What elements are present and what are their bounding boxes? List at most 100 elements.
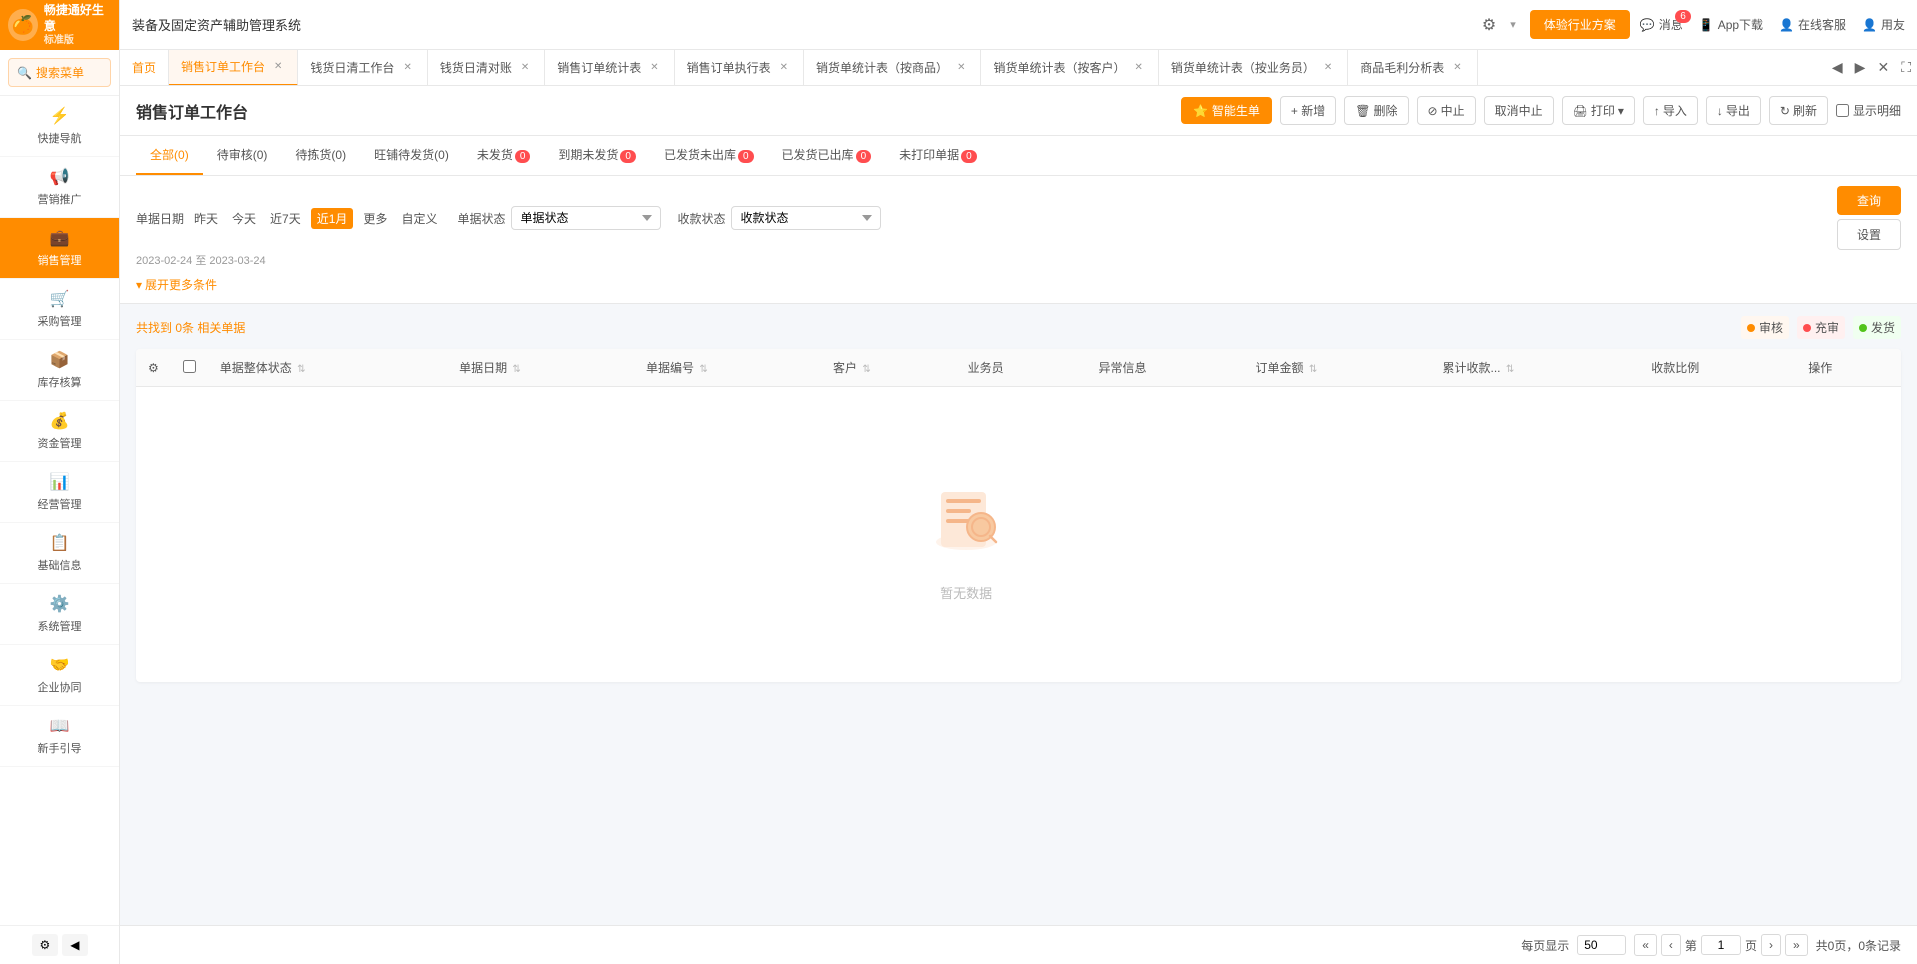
refresh-btn[interactable]: ↻ 刷新	[1769, 96, 1828, 125]
sidebar-item-inventory[interactable]: 📦 库存核算	[0, 340, 119, 401]
tab-close-sales-stat[interactable]: ✕	[647, 61, 661, 74]
stop-btn[interactable]: ⊘ 中止	[1417, 96, 1476, 125]
export-btn[interactable]: ↓ 导出	[1706, 96, 1761, 125]
subtab-shipped-out[interactable]: 已发货已出库0	[768, 136, 886, 175]
tab-prev-btn[interactable]: ◀	[1826, 50, 1849, 86]
status-filter-item: 单据状态 单据状态	[457, 206, 661, 230]
tab-close-sales-stat-customer[interactable]: ✕	[1131, 61, 1145, 74]
smart-order-btn[interactable]: ⭐ 智能生单	[1181, 97, 1272, 124]
expand-btn[interactable]: ▾ 展开更多条件	[136, 276, 1901, 293]
import-btn[interactable]: ↑ 导入	[1643, 96, 1698, 125]
sidebar-item-marketing[interactable]: 📢 营销推广	[0, 157, 119, 218]
sort-icon-date: ⇅	[512, 364, 520, 375]
tab-close-sales-stat-product[interactable]: ✕	[954, 61, 968, 74]
subtab-pending-review[interactable]: 待审核(0)	[203, 136, 282, 175]
tab-sales-stat[interactable]: 销售订单统计表 ✕	[545, 50, 674, 86]
tab-close-sales-stat-staff[interactable]: ✕	[1321, 61, 1335, 74]
tab-close-sales-order[interactable]: ✕	[271, 60, 285, 73]
sidebar-item-guide[interactable]: 📖 新手引导	[0, 706, 119, 767]
page-input[interactable]	[1701, 935, 1741, 955]
tab-product-margin[interactable]: 商品毛利分析表 ✕	[1348, 50, 1477, 86]
cancel-stop-btn[interactable]: 取消中止	[1484, 96, 1554, 125]
user-item[interactable]: 👤 用友	[1862, 16, 1905, 33]
tab-cash-reconcile[interactable]: 钱货日清对账 ✕	[428, 50, 545, 86]
select-all-checkbox[interactable]	[183, 360, 196, 373]
show-detail-input[interactable]	[1836, 104, 1849, 117]
tab-fullscreen-btn[interactable]: ⛶	[1895, 50, 1917, 86]
online-service-item[interactable]: 👤 在线客服	[1779, 16, 1846, 33]
tab-sales-order[interactable]: 销售订单工作台 ✕	[169, 50, 298, 86]
date-option-yesterday[interactable]: 昨天	[190, 208, 222, 229]
subtab-not-shipped[interactable]: 未发货0	[463, 136, 545, 175]
status-filter-select[interactable]: 单据状态	[511, 206, 661, 230]
tab-next-btn[interactable]: ▶	[1849, 50, 1872, 86]
sidebar-item-purchase[interactable]: 🛒 采购管理	[0, 279, 119, 340]
page-last-btn[interactable]: »	[1785, 934, 1808, 956]
date-option-1month[interactable]: 近1月	[311, 208, 354, 229]
th-date[interactable]: 单据日期 ⇅	[447, 349, 634, 387]
industry-btn[interactable]: 体验行业方案	[1530, 10, 1630, 39]
tab-cash-daily[interactable]: 钱货日清工作台 ✕	[298, 50, 427, 86]
purchase-icon: 🛒	[50, 289, 70, 309]
subtab-shipped-not-out[interactable]: 已发货未出库0	[650, 136, 768, 175]
th-customer[interactable]: 客户 ⇅	[821, 349, 956, 387]
approve-btn[interactable]: 审核	[1741, 316, 1789, 339]
subtab-wangpu[interactable]: 旺铺待发货(0)	[360, 136, 463, 175]
tab-sales-stat-customer[interactable]: 销货单统计表（按客户） ✕	[981, 50, 1158, 86]
page-prev-btn[interactable]: ‹	[1661, 934, 1681, 956]
tab-close-sales-exec[interactable]: ✕	[777, 61, 791, 74]
sidebar-collapse-btn[interactable]: ◀	[62, 934, 87, 956]
page-next-btn[interactable]: ›	[1761, 934, 1781, 956]
filter-settings-btn[interactable]: 设置	[1837, 219, 1901, 250]
show-detail-checkbox[interactable]: 显示明细	[1836, 102, 1901, 119]
th-overall-status[interactable]: 单据整体状态 ⇅	[208, 349, 447, 387]
date-option-today[interactable]: 今天	[228, 208, 260, 229]
tab-sales-stat-staff[interactable]: 销货单统计表（按业务员） ✕	[1159, 50, 1348, 86]
sidebar-item-operation[interactable]: 📊 经营管理	[0, 462, 119, 523]
sidebar-item-sales[interactable]: 💼 销售管理	[0, 218, 119, 279]
tab-home[interactable]: 首页	[120, 50, 169, 86]
empty-state: 暂无数据	[136, 387, 1796, 682]
app-download-item[interactable]: 📱 App下载	[1699, 16, 1763, 33]
date-filter-item: 单据日期 昨天 今天 近7天 近1月 更多 自定义	[136, 208, 441, 229]
page-total: 共0页，0条记录	[1816, 937, 1901, 954]
sidebar-settings-btn[interactable]: ⚙	[32, 934, 59, 956]
subtab-all[interactable]: 全部(0)	[136, 136, 203, 175]
th-collected[interactable]: 累计收款... ⇅	[1430, 349, 1639, 387]
sidebar-item-finance[interactable]: 💰 资金管理	[0, 401, 119, 462]
subtab-not-printed[interactable]: 未打印单据0	[885, 136, 991, 175]
payment-filter-select[interactable]: 收款状态	[731, 206, 881, 230]
message-item[interactable]: 💬 消息 6	[1640, 16, 1683, 33]
th-number[interactable]: 单据编号 ⇅	[634, 349, 821, 387]
th-checkbox[interactable]	[171, 349, 208, 387]
th-staff[interactable]: 业务员	[956, 349, 1087, 387]
per-page-select[interactable]: 50 10 20 100	[1577, 935, 1626, 955]
date-option-more[interactable]: 更多	[359, 208, 391, 229]
query-btn[interactable]: 查询	[1837, 186, 1901, 215]
delete-btn[interactable]: 🗑 删除	[1344, 96, 1408, 125]
th-amount[interactable]: 订单金额 ⇅	[1244, 349, 1431, 387]
sidebar-item-quick-nav[interactable]: ⚡ 快捷导航	[0, 96, 119, 157]
tab-close-all-btn[interactable]: ✕	[1871, 50, 1895, 86]
add-btn[interactable]: + 新增	[1280, 96, 1336, 125]
sidebar-item-system[interactable]: ⚙️ 系统管理	[0, 584, 119, 645]
tab-sales-stat-product[interactable]: 销货单统计表（按商品） ✕	[804, 50, 981, 86]
tab-close-cash-daily[interactable]: ✕	[400, 61, 414, 74]
subtab-pending-pickup[interactable]: 待拣货(0)	[281, 136, 360, 175]
page-first-btn[interactable]: «	[1634, 934, 1657, 956]
tab-close-product-margin[interactable]: ✕	[1450, 61, 1464, 74]
revoke-btn[interactable]: 充审	[1797, 316, 1845, 339]
table-ops: 审核 充审 发货	[1741, 316, 1901, 339]
tab-close-cash-reconcile[interactable]: ✕	[518, 61, 532, 74]
search-menu-btn[interactable]: 🔍 搜索菜单	[8, 58, 111, 87]
ship-btn[interactable]: 发货	[1853, 316, 1901, 339]
print-btn[interactable]: 🖨 打印 ▾	[1562, 96, 1635, 125]
sidebar-item-basic-info[interactable]: 📋 基础信息	[0, 523, 119, 584]
date-option-7days[interactable]: 近7天	[266, 208, 305, 229]
date-option-custom[interactable]: 自定义	[397, 208, 441, 229]
subtab-overdue-not-shipped[interactable]: 到期未发货0	[544, 136, 650, 175]
sidebar-item-cooperation[interactable]: 🤝 企业协同	[0, 645, 119, 706]
topbar-settings-icon[interactable]: ⚙	[1482, 15, 1496, 35]
tab-sales-exec[interactable]: 销售订单执行表 ✕	[675, 50, 804, 86]
th-settings[interactable]: ⚙	[136, 349, 171, 387]
